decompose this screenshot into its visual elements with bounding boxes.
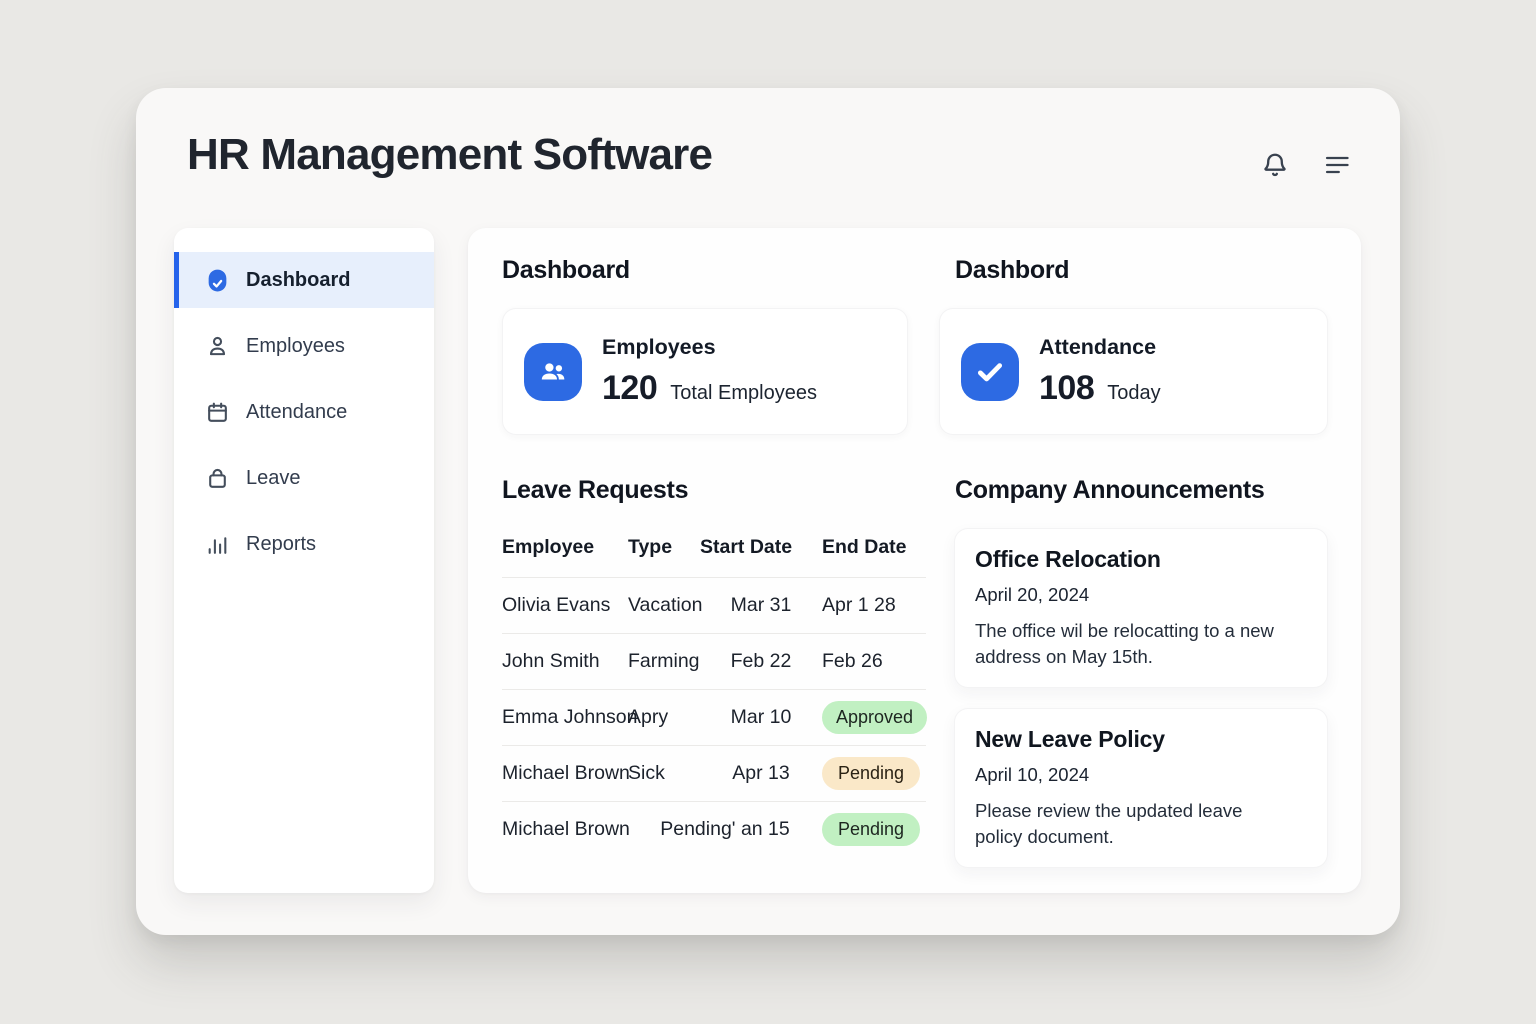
desktop-background: HR Management Software Dashboard Employe… (0, 0, 1536, 1024)
stat-card-caption: Today (1107, 382, 1161, 404)
cell-type: Sick (628, 745, 700, 802)
header-icons (1260, 150, 1352, 180)
table-row: Michael Brown Sick Apr 13 Pending (502, 745, 926, 802)
sidebar-item-label: Leave (246, 466, 301, 489)
dashbord-heading: Dashbord (955, 256, 1070, 284)
column-header-start-date: Start Date (700, 522, 822, 578)
bag-icon (204, 465, 230, 491)
cell-start-date: Mar 31 (700, 577, 822, 634)
sidebar-item-dashboard[interactable]: Dashboard (174, 252, 434, 308)
announcement-date: April 10, 2024 (975, 764, 1090, 785)
main-panel: Dashboard Employees 120 Total Employees (468, 228, 1361, 893)
employees-people-icon (524, 342, 582, 401)
column-header-employee: Employee (502, 522, 628, 578)
cell-status: Approved (822, 689, 928, 746)
cell-employee: Olivia Evans (502, 577, 628, 634)
dashboard-heading: Dashboard (502, 256, 630, 284)
table-row: Emma Johnson Apry Mar 10 Approved (502, 689, 928, 746)
cell-start-date: Feb 22 (700, 633, 822, 690)
announcement-body: The office wil be relocatting to a new a… (975, 620, 1274, 668)
leave-requests-table: Employee Type Start Date End Date Olivia… (502, 522, 928, 858)
sidebar-item-attendance[interactable]: Attendance (174, 384, 434, 440)
cell-employee: Michael Brown (502, 745, 630, 802)
cell-type: Apry (628, 689, 700, 746)
stat-card-title: Attendance (1039, 335, 1157, 359)
sidebar-item-leave[interactable]: Leave (174, 450, 434, 506)
table-row: John Smith Farming Feb 22 Feb 26 (502, 633, 926, 690)
stat-card-value: 120 (602, 369, 658, 407)
sidebar-item-reports[interactable]: Reports (174, 516, 434, 572)
cell-end-date: Apr 1 28 (822, 577, 926, 634)
stat-card-value: 108 (1039, 369, 1095, 407)
cell-start-date: Apr 13 (700, 745, 822, 802)
app-window: HR Management Software Dashboard Employe… (136, 88, 1400, 935)
menu-icon[interactable] (1322, 150, 1352, 180)
sidebar-item-label: Dashboard (246, 268, 351, 291)
sidebar-item-employees[interactable]: Employees (174, 318, 434, 374)
app-title: HR Management Software (187, 130, 713, 179)
column-header-end-date: End Date (822, 522, 926, 578)
cell-end-date: Feb 26 (822, 633, 926, 690)
stat-card-caption: Total Employees (670, 382, 817, 404)
column-header-type: Type (628, 522, 700, 578)
bar-chart-icon (204, 531, 230, 557)
announcement-body: Please review the updated leave policy d… (975, 800, 1243, 848)
stat-card-title: Employees (602, 335, 716, 359)
announcement-card: Office Relocation April 20, 2024 The off… (954, 528, 1328, 688)
announcement-title: New Leave Policy (975, 726, 1165, 752)
announcement-title: Office Relocation (975, 546, 1161, 572)
attendance-check-icon (961, 342, 1019, 401)
sidebar-item-label: Reports (246, 532, 317, 555)
cell-employee: John Smith (502, 633, 628, 690)
cell-status: Pending (822, 745, 926, 802)
employees-stat-card: Employees 120 Total Employees (502, 308, 908, 435)
announcement-card: New Leave Policy April 10, 2024 Please r… (954, 708, 1328, 868)
sidebar: Dashboard Employees Attendance Leave Rep… (174, 228, 434, 893)
sidebar-item-label: Employees (246, 334, 345, 357)
announcement-date: April 20, 2024 (975, 584, 1090, 605)
table-header-row: Employee Type Start Date End Date (502, 522, 926, 578)
cell-status: Pending (822, 802, 926, 858)
cell-employee: Michael Brown (502, 818, 630, 840)
leave-requests-heading: Leave Requests (502, 476, 689, 504)
cell-type: Farming (628, 633, 700, 690)
status-badge: Approved (822, 701, 928, 734)
cell-employee: Emma Johnson (502, 689, 637, 746)
person-icon (204, 333, 230, 359)
cell-start-date: Mar 10 (700, 689, 822, 746)
status-badge: Pending (822, 757, 920, 790)
company-announcements-heading: Company Announcements (955, 476, 1265, 504)
status-badge: Pending (822, 813, 920, 846)
table-row: Olivia Evans Vacation Mar 31 Apr 1 28 (502, 577, 926, 634)
table-row: Michael Brown Pending' an 15 Pending (502, 802, 926, 858)
attendance-stat-card: Attendance 108 Today (939, 308, 1328, 435)
notification-bell-icon[interactable] (1260, 150, 1290, 180)
cell-type: Pending' an 15 (660, 818, 790, 840)
sidebar-item-label: Attendance (246, 400, 348, 423)
calendar-icon (204, 399, 230, 425)
dashboard-badge-check-icon (204, 267, 230, 293)
cell-type: Vacation (628, 577, 702, 634)
